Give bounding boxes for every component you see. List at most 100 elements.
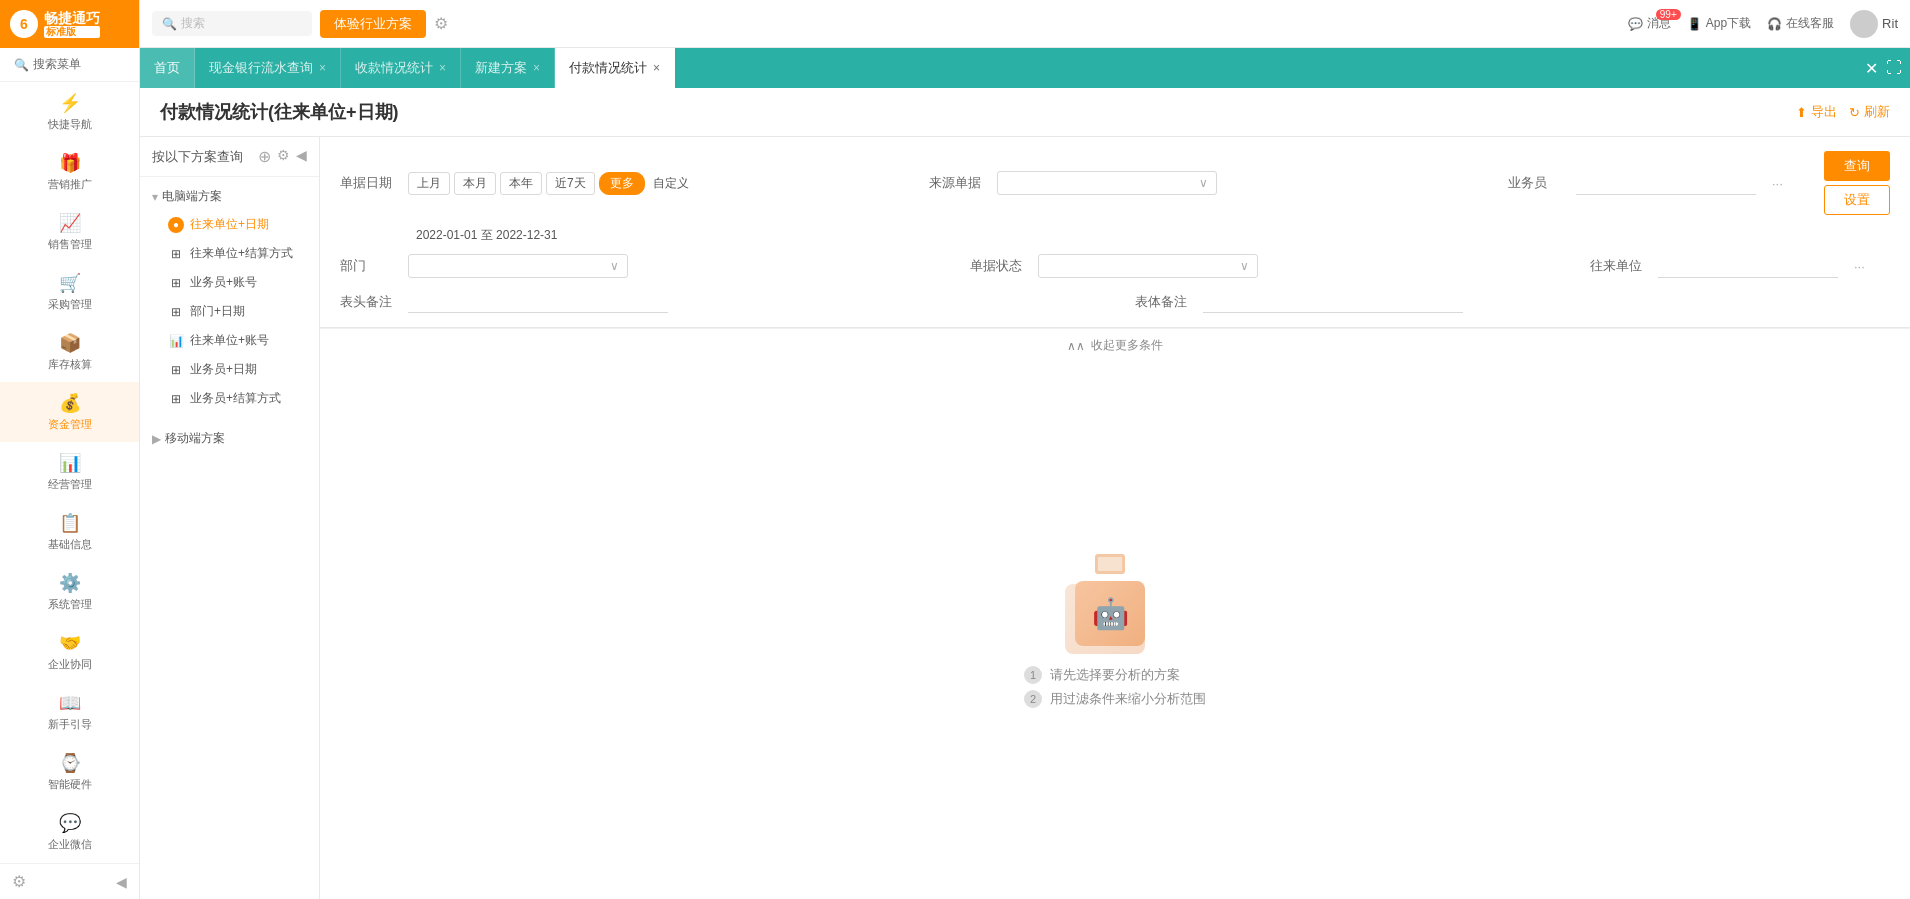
tab-new-scheme-close[interactable]: × (533, 61, 540, 75)
scheme-item-partner-date[interactable]: ● 往来单位+日期 (140, 210, 319, 239)
avatar-label: Rit (1882, 16, 1898, 31)
filter-col-staff: 业务员 ··· (1508, 172, 1808, 195)
scheme-item-partner-account[interactable]: 📊 往来单位+账号 (140, 326, 319, 355)
partner-dots[interactable]: ··· (1854, 259, 1865, 274)
messages-badge[interactable]: 💬 消息 99+ (1628, 15, 1671, 32)
topbar-right: 💬 消息 99+ 📱 App下载 🎧 在线客服 Rit (1628, 10, 1898, 38)
sidebar-item-basic[interactable]: 📋 基础信息 (0, 502, 139, 562)
cooperation-icon: 🤝 (59, 632, 81, 654)
online-service[interactable]: 🎧 在线客服 (1767, 15, 1834, 32)
tab-payment-stats[interactable]: 付款情况统计 × (555, 48, 675, 88)
partner-input[interactable] (1658, 255, 1838, 278)
date-btn-7days[interactable]: 近7天 (546, 172, 595, 195)
source-select-arrow: ∨ (1199, 176, 1208, 190)
sidebar-logo: 6 畅捷通巧 标准版 (0, 0, 139, 48)
date-btn-more[interactable]: 更多 (599, 172, 645, 195)
scheme-item-staff-settle[interactable]: ⊞ 业务员+结算方式 (140, 384, 319, 413)
scheme-item-partner-settle[interactable]: ⊞ 往来单位+结算方式 (140, 239, 319, 268)
tab-close-all-icon[interactable]: ✕ (1865, 59, 1878, 78)
partner-label: 往来单位 (1590, 257, 1650, 275)
status-select[interactable]: ∨ (1038, 254, 1258, 278)
tab-bank-flow-close[interactable]: × (319, 61, 326, 75)
sidebar-item-finance[interactable]: 💰 资金管理 (0, 382, 139, 442)
date-btn-last-month[interactable]: 上月 (408, 172, 450, 195)
dept-select-arrow: ∨ (610, 259, 619, 273)
tab-collection-stats[interactable]: 收款情况统计 × (341, 48, 461, 88)
filter-col-date: 单据日期 上月 本月 本年 近7天 更多 自定义 (340, 172, 889, 195)
tab-home[interactable]: 首页 (140, 48, 195, 88)
inventory-icon: 📦 (59, 332, 81, 354)
export-button[interactable]: ⬆ 导出 (1796, 103, 1837, 121)
page-header-actions: ⬆ 导出 ↻ 刷新 (1796, 103, 1890, 121)
grid-icon-4: ⊞ (168, 362, 184, 378)
sidebar-item-guide[interactable]: 📖 新手引导 (0, 682, 139, 742)
filter-area: 单据日期 上月 本月 本年 近7天 更多 自定义 来源单据 (320, 137, 1910, 899)
sidebar-item-inventory[interactable]: 📦 库存核算 (0, 322, 139, 382)
sidebar-item-sales[interactable]: 📈 销售管理 (0, 202, 139, 262)
footer-settings-icon[interactable]: ⚙ (12, 872, 26, 891)
mobile-group-title[interactable]: ▶ 移动端方案 (140, 425, 319, 452)
experience-btn[interactable]: 体验行业方案 (320, 10, 426, 38)
settings-button[interactable]: 设置 (1824, 185, 1890, 215)
staff-input[interactable] (1576, 172, 1756, 195)
tab-payment-stats-close[interactable]: × (653, 61, 660, 75)
sidebar-item-marketing[interactable]: 🎁 营销推广 (0, 142, 139, 202)
scheme-collapse-icon[interactable]: ◀ (296, 147, 307, 166)
tab-new-scheme[interactable]: 新建方案 × (461, 48, 555, 88)
source-label: 来源单据 (929, 174, 989, 192)
empty-state: 🤖 1 请先选择要分析的方案 2 用过滤条件来缩小分析范围 (320, 362, 1910, 899)
tab-fullscreen-icon[interactable]: ⛶ (1886, 59, 1902, 77)
grid-icon-2: ⊞ (168, 275, 184, 291)
quick-nav-icon: ⚡ (59, 92, 81, 114)
app-download[interactable]: 📱 App下载 (1687, 15, 1751, 32)
scheme-add-icon[interactable]: ⊕ (258, 147, 271, 166)
footer-collapse-icon[interactable]: ◀ (116, 874, 127, 890)
sidebar-item-operation[interactable]: 📊 经营管理 (0, 442, 139, 502)
scheme-item-staff-account[interactable]: ⊞ 业务员+账号 (140, 268, 319, 297)
source-select[interactable]: ∨ (997, 171, 1217, 195)
head-note-input[interactable] (408, 290, 668, 313)
tab-collection-stats-close[interactable]: × (439, 61, 446, 75)
date-btn-this-year[interactable]: 本年 (500, 172, 542, 195)
staff-dots[interactable]: ··· (1772, 176, 1783, 191)
sidebar-item-wechat[interactable]: 💬 企业微信 (0, 802, 139, 862)
sidebar-item-hardware[interactable]: ⌚ 智能硬件 (0, 742, 139, 802)
sidebar-item-purchase[interactable]: 🛒 采购管理 (0, 262, 139, 322)
filter-col-partner: 往来单位 ··· (1590, 255, 1890, 278)
refresh-button[interactable]: ↻ 刷新 (1849, 103, 1890, 121)
query-button[interactable]: 查询 (1824, 151, 1890, 181)
sidebar-item-cooperation[interactable]: 🤝 企业协同 (0, 622, 139, 682)
body-note-input[interactable] (1203, 290, 1463, 313)
grid-icon-3: ⊞ (168, 304, 184, 320)
settings-icon[interactable]: ⚙ (434, 14, 448, 33)
topbar-search[interactable]: 🔍 搜索 (152, 11, 312, 36)
head-note-label: 表头备注 (340, 293, 400, 311)
sales-icon: 📈 (59, 212, 81, 234)
desktop-group-title[interactable]: ▾ 电脑端方案 (140, 183, 319, 210)
mobile-collapse-icon: ▶ (152, 432, 161, 446)
marketing-icon: 🎁 (59, 152, 81, 174)
scheme-item-staff-date[interactable]: ⊞ 业务员+日期 (140, 355, 319, 384)
dept-label: 部门 (340, 257, 400, 275)
empty-box-antenna (1095, 554, 1125, 574)
empty-tip-2: 2 用过滤条件来缩小分析范围 (1024, 690, 1206, 708)
search-menu[interactable]: 🔍 搜索菜单 (0, 48, 139, 82)
date-btn-this-month[interactable]: 本月 (454, 172, 496, 195)
filter-col-head-note: 表头备注 (340, 290, 1095, 313)
scheme-settings-icon[interactable]: ⚙ (277, 147, 290, 166)
empty-box-face: 🤖 (1075, 581, 1145, 646)
user-avatar[interactable]: Rit (1850, 10, 1898, 38)
sidebar-item-system[interactable]: ⚙️ 系统管理 (0, 562, 139, 622)
scheme-item-dept-date[interactable]: ⊞ 部门+日期 (140, 297, 319, 326)
collapse-bar[interactable]: ∧∧ 收起更多条件 (320, 328, 1910, 362)
basic-icon: 📋 (59, 512, 81, 534)
chart-icon: 📊 (168, 333, 184, 349)
sidebar-item-quick-nav[interactable]: ⚡ 快捷导航 (0, 82, 139, 142)
tab-bank-flow[interactable]: 现金银行流水查询 × (195, 48, 341, 88)
date-label: 单据日期 (340, 174, 400, 192)
date-buttons: 上月 本月 本年 近7天 更多 自定义 (408, 172, 689, 195)
main-content: 🔍 搜索 体验行业方案 ⚙ 💬 消息 99+ 📱 App下载 🎧 在线客服 (140, 0, 1910, 899)
date-range-text: 2022-01-01 至 2022-12-31 (416, 227, 557, 244)
tab-bar: 首页 现金银行流水查询 × 收款情况统计 × 新建方案 × 付款情况统计 × ✕… (140, 48, 1910, 88)
dept-select[interactable]: ∨ (408, 254, 628, 278)
